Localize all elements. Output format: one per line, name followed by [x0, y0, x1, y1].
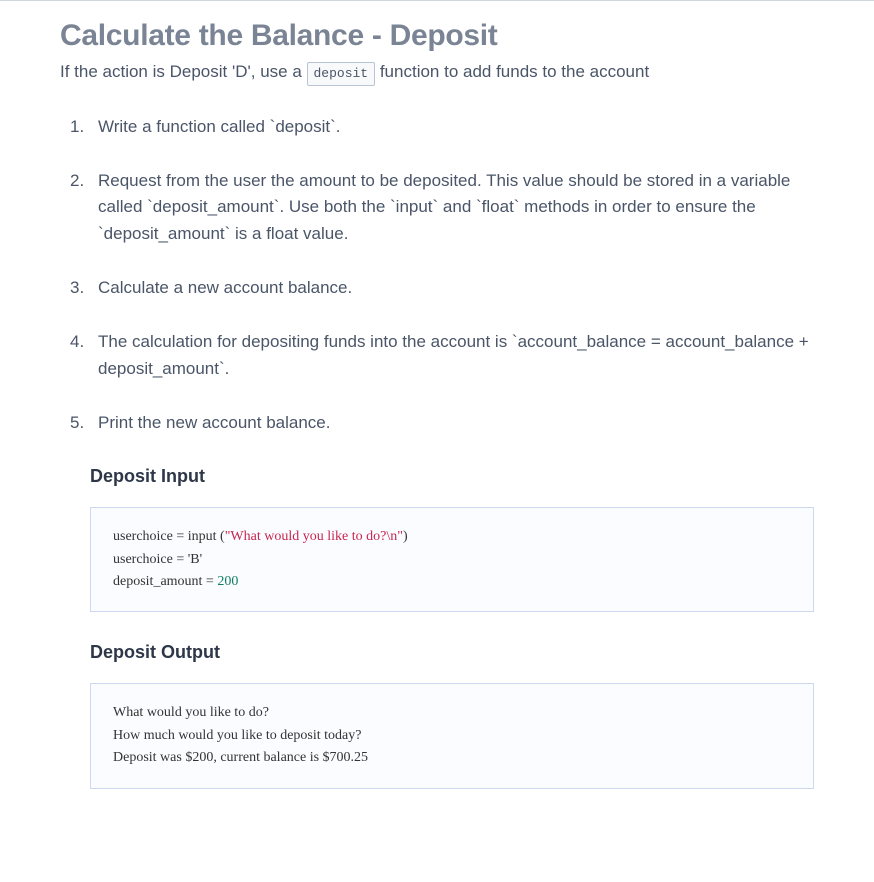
subtitle: If the action is Deposit 'D', use a depo… [60, 59, 814, 86]
step-4: The calculation for depositing funds int… [90, 329, 814, 382]
heading-deposit-output: Deposit Output [90, 642, 814, 663]
code-block-input: userchoice = input ("What would you like… [90, 507, 814, 612]
code-line-2: userchoice = 'B' [113, 552, 202, 567]
steps-list: Write a function called `deposit`. Reque… [60, 114, 814, 437]
step-5: Print the new account balance. [90, 410, 814, 436]
document-content: Calculate the Balance - Deposit If the a… [0, 1, 874, 809]
step-3: Calculate a new account balance. [90, 275, 814, 301]
subtitle-pre: If the action is Deposit 'D', use a [60, 62, 307, 81]
code-line-1-post: ) [403, 529, 408, 544]
code-line-1-string: "What would you like to do?\n" [225, 529, 403, 544]
page-title: Calculate the Balance - Deposit [60, 19, 814, 53]
code-line-3-num: 200 [217, 574, 238, 589]
inline-code-deposit: deposit [307, 62, 376, 86]
subtitle-post: function to add funds to the account [375, 62, 649, 81]
code-line-3-pre: deposit_amount = [113, 574, 217, 589]
code-block-output: What would you like to do? How much woul… [90, 683, 814, 788]
heading-deposit-input: Deposit Input [90, 466, 814, 487]
step-2: Request from the user the amount to be d… [90, 168, 814, 247]
code-line-1-pre: userchoice = input ( [113, 529, 225, 544]
step-1: Write a function called `deposit`. [90, 114, 814, 140]
